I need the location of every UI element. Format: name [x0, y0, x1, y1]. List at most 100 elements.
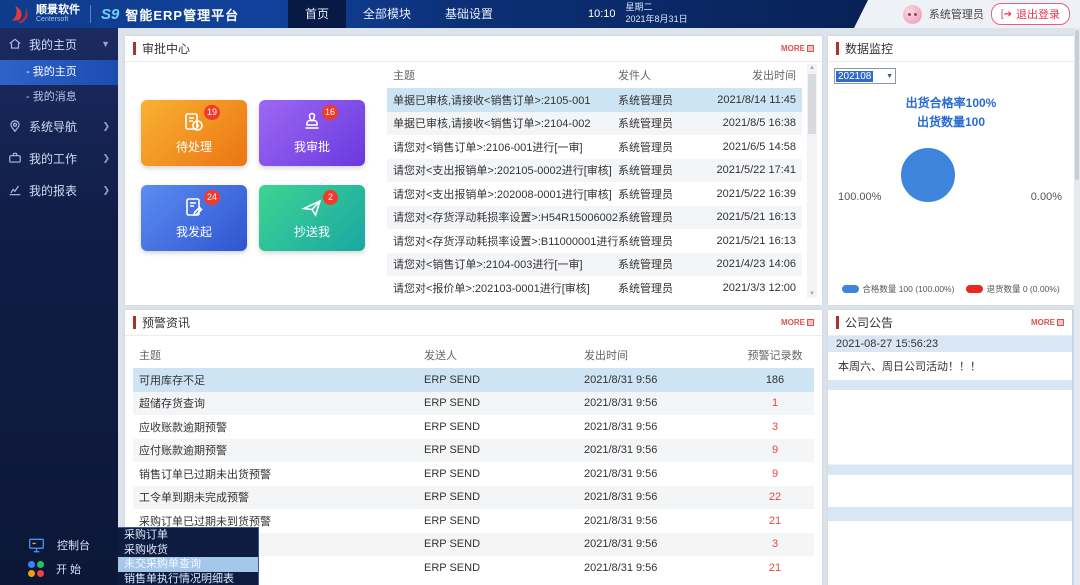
main-nav: 首页 全部模块 基础设置: [288, 0, 510, 28]
table-row[interactable]: 超储存货查询 ERP SEND 2021/8/31 9:56 1: [133, 392, 814, 416]
more-link[interactable]: MORE: [781, 318, 814, 327]
briefcase-icon: [8, 151, 22, 165]
table-row[interactable]: 单据已审核,请接收<销售订单>:2104-002 系统管理员 2021/8/5 …: [387, 112, 802, 136]
tile-pending[interactable]: 19 待处理: [141, 100, 247, 166]
user-area: 系统管理员 [➔ 退出登录: [903, 0, 1070, 28]
tile-label: 我发起: [176, 223, 212, 240]
approval-tiles: 19 待处理 16 我审批: [141, 100, 365, 251]
panel-title: 数据监控: [845, 40, 893, 57]
sidebar-item-my-work[interactable]: 我的工作 ❯: [0, 142, 118, 174]
table-row[interactable]: 可用库存不足 ERP SEND 2021/8/31 9:56 186: [133, 368, 814, 392]
row-count: 9: [742, 468, 808, 480]
chevron-right-icon: ❯: [102, 185, 110, 196]
user-avatar[interactable]: [903, 5, 922, 24]
sidebar-sub-my-messages[interactable]: - 我的消息: [0, 85, 118, 110]
row-time: 2021/8/31 9:56: [584, 397, 742, 409]
sidebar-item-my-home[interactable]: 我的主页 ▼: [0, 28, 118, 60]
sidebar-item-my-reports[interactable]: 我的报表 ❯: [0, 174, 118, 206]
title-accent-bar: [133, 316, 136, 329]
announcement-date-empty: [828, 465, 1072, 475]
table-row[interactable]: 请您对<销售订单>:2106-001进行[一审] 系统管理员 2021/6/5 …: [387, 135, 802, 159]
logout-button[interactable]: [➔ 退出登录: [991, 3, 1070, 25]
row-time: 2021/5/21 16:13: [700, 235, 796, 247]
legend-swatch-red: [966, 285, 983, 293]
more-icon: [807, 45, 814, 52]
row-sender: 系统管理员: [618, 186, 700, 202]
row-time: 2021/6/5 14:58: [700, 141, 796, 153]
logo-divider: [90, 5, 91, 23]
tile-initiated-by-me[interactable]: 24 我发起: [141, 185, 247, 251]
tab-home[interactable]: 首页: [288, 0, 346, 28]
scroll-down-icon[interactable]: ▼: [807, 291, 817, 297]
announcement-row-empty: [828, 390, 1072, 465]
more-link[interactable]: MORE: [781, 44, 814, 53]
more-icon: [1057, 319, 1064, 326]
menu-item-purchase-receipt[interactable]: 采购收货: [118, 543, 258, 558]
tab-basic-settings[interactable]: 基础设置: [428, 0, 510, 28]
tile-label: 我审批: [294, 138, 330, 155]
table-row[interactable]: 工令单到期未完成预警 ERP SEND 2021/8/31 9:56 22: [133, 486, 814, 510]
top-bar: 顺景软件 Centersoft S9 智能ERP管理平台 首页 全部模块 基础设…: [0, 0, 1080, 28]
tile-cc-to-me[interactable]: 2 抄送我: [259, 185, 365, 251]
table-row[interactable]: 应付账款逾期预警 ERP SEND 2021/8/31 9:56 9: [133, 439, 814, 463]
row-subject: 请您对<报价单>:202103-0001进行[审核]: [393, 280, 618, 296]
more-label: MORE: [1031, 318, 1055, 327]
more-link[interactable]: MORE: [1031, 318, 1064, 327]
table-row[interactable]: 请您对<存货浮动耗损率设置>:H54R15006002进行[审核] 系统管理员 …: [387, 206, 802, 230]
period-select[interactable]: 202108 ▼: [834, 68, 896, 84]
row-sender: 系统管理员: [618, 209, 700, 225]
scroll-thumb[interactable]: [808, 74, 816, 134]
title-accent-bar: [133, 42, 136, 55]
row-time: 2021/3/3 12:00: [700, 282, 796, 294]
row-sender: 系统管理员: [618, 256, 700, 272]
platform-title: 智能ERP管理平台: [125, 5, 239, 24]
row-subject: 请您对<支出报销单>:202105-0002进行[审核]: [393, 162, 618, 178]
document-pen-icon: [182, 196, 206, 220]
table-row[interactable]: 应收账款逾期预警 ERP SEND 2021/8/31 9:56 3: [133, 415, 814, 439]
paper-plane-icon: [300, 196, 324, 220]
menu-item-open-po-query[interactable]: 未交采购单查询: [118, 557, 258, 572]
tile-label: 待处理: [176, 138, 212, 155]
more-label: MORE: [781, 318, 805, 327]
row-count: 9: [742, 444, 808, 456]
row-time: 2021/8/5 16:38: [700, 117, 796, 129]
table-row[interactable]: 请您对<支出报销单>:202105-0002进行[审核] 系统管理员 2021/…: [387, 159, 802, 183]
row-sender: ERP SEND: [424, 491, 584, 503]
row-subject: 请您对<支出报销单>:202008-0001进行[审核]: [393, 186, 618, 202]
announcement-content[interactable]: 本周六、周日公司活动！！！: [828, 352, 1072, 380]
row-subject: 超储存货查询: [139, 395, 424, 411]
menu-item-sales-exec-report[interactable]: 销售单执行情况明细表: [118, 572, 258, 585]
brand-text: 顺景软件 Centersoft: [36, 5, 80, 23]
menu-item-purchase-order[interactable]: 采购订单: [118, 528, 258, 543]
console-button[interactable]: 控制台: [0, 533, 118, 557]
chevron-right-icon: ❯: [102, 121, 110, 132]
table-scrollbar[interactable]: ▲ ▼: [807, 64, 817, 298]
logout-icon: [➔: [1001, 9, 1012, 20]
table-row[interactable]: 销售订单已过期未出货预警 ERP SEND 2021/8/31 9:56 9: [133, 462, 814, 486]
sidebar-sub-my-home[interactable]: - 我的主页: [0, 60, 118, 85]
col-subject: 主题: [393, 67, 618, 83]
start-button[interactable]: 开 始: [0, 557, 118, 581]
announcement-date[interactable]: 2021-08-27 15:56:23: [828, 336, 1072, 352]
scroll-up-icon[interactable]: ▲: [807, 65, 817, 71]
table-row[interactable]: 单据已审核,请接收<销售订单>:2105-001 系统管理员 2021/8/14…: [387, 88, 802, 112]
row-time: 2021/5/22 17:41: [700, 164, 796, 176]
table-row[interactable]: 请您对<存货浮动耗损率设置>:B11000001进行[审核] 系统管理员 202…: [387, 229, 802, 253]
page-scrollbar[interactable]: [1074, 28, 1080, 585]
row-time: 2021/8/14 11:45: [700, 94, 796, 106]
clock-block: 10:10 星期二 2021年8月31日: [588, 0, 688, 28]
tile-my-approvals[interactable]: 16 我审批: [259, 100, 365, 166]
chevron-right-icon: ❯: [102, 153, 110, 164]
sidebar-item-system-nav[interactable]: 系统导航 ❯: [0, 110, 118, 142]
legend-qualified: 合格数量 100 (100.00%): [842, 283, 954, 295]
row-subject: 请您对<存货浮动耗损率设置>:B11000001进行[审核]: [393, 233, 618, 249]
tab-all-modules[interactable]: 全部模块: [346, 0, 428, 28]
table-row[interactable]: 请您对<支出报销单>:202008-0001进行[审核] 系统管理员 2021/…: [387, 182, 802, 206]
donut-chart[interactable]: [901, 148, 955, 202]
panel-header: 数据监控: [828, 36, 1074, 62]
sidebar-item-label: 我的报表: [29, 182, 95, 199]
row-count: 1: [742, 397, 808, 409]
table-row[interactable]: 请您对<销售订单>:2104-003进行[一审] 系统管理员 2021/4/23…: [387, 253, 802, 277]
scroll-thumb[interactable]: [1075, 30, 1079, 180]
table-row[interactable]: 请您对<报价单>:202103-0001进行[审核] 系统管理员 2021/3/…: [387, 276, 802, 300]
